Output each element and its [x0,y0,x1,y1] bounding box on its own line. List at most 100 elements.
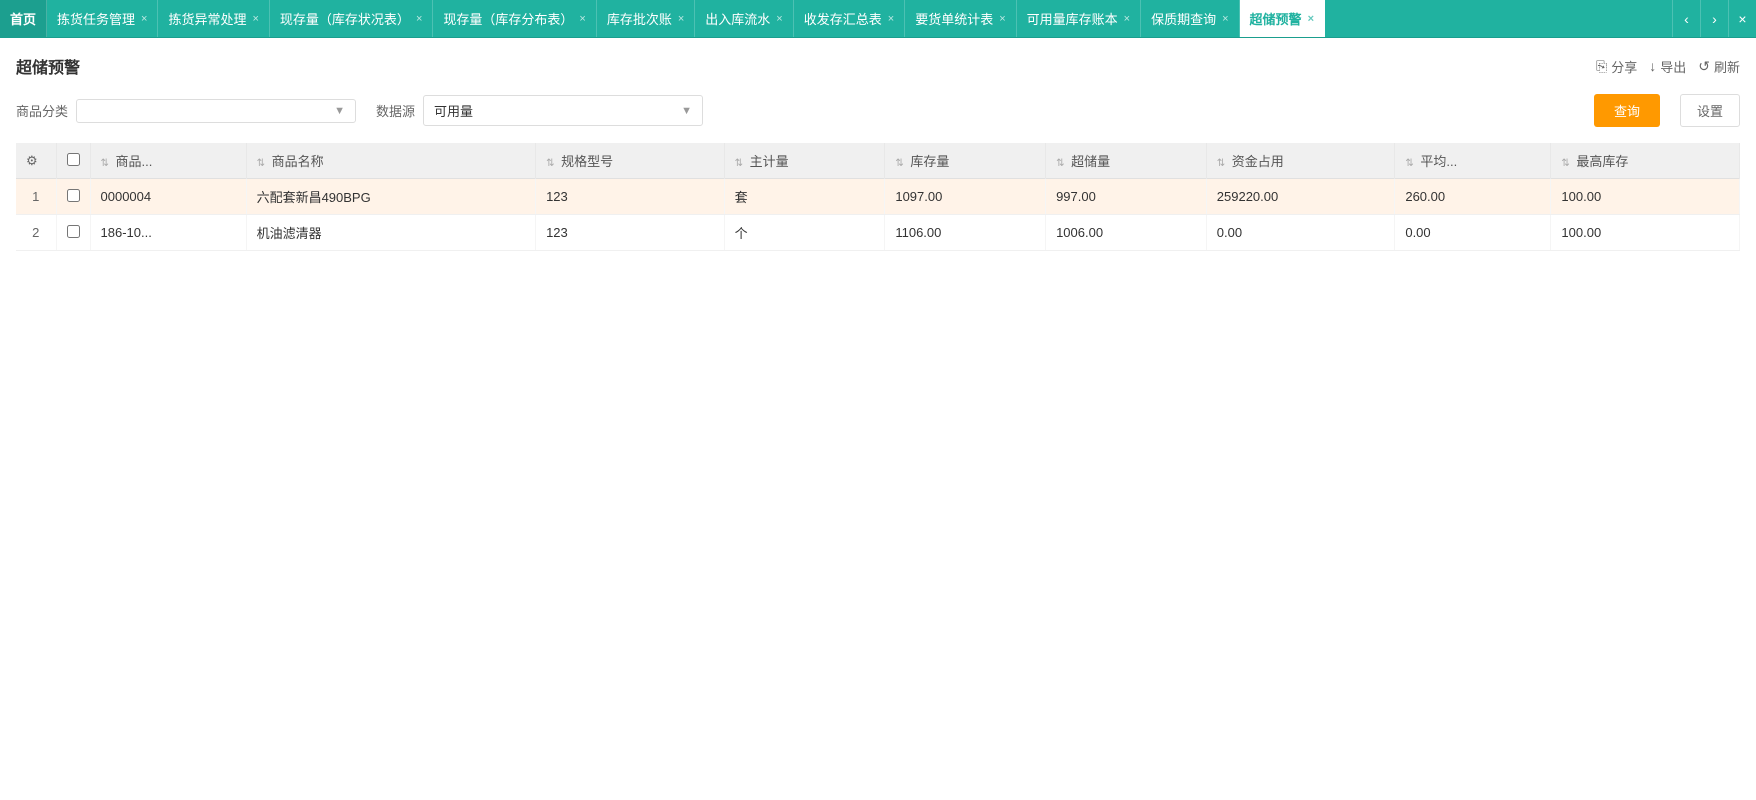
filter-bar: 商品分类 ▼ 数据源 可用量 ▼ 查询 设置 [16,94,1740,127]
close-icon[interactable]: × [1124,13,1130,25]
sort-icon: ⇅ [546,158,554,169]
cell-capital: 0.00 [1206,215,1395,251]
chevron-down-icon: ▼ [681,105,692,117]
nav-tab-in-out-flow[interactable]: 出入库流水 × [695,0,793,38]
datasource-value: 可用量 [434,101,473,120]
cell-avg: 0.00 [1395,215,1551,251]
row-checkbox[interactable] [67,189,80,202]
category-select[interactable]: ▼ [76,99,356,123]
sort-icon: ⇅ [1217,158,1225,169]
row-number: 2 [16,215,56,251]
close-icon[interactable]: × [416,13,422,25]
refresh-button[interactable]: ↺ 刷新 [1698,57,1740,76]
header-actions: ⎘ 分享 ↓ 导出 ↺ 刷新 [1596,57,1740,76]
page-container: 超储预警 ⎘ 分享 ↓ 导出 ↺ 刷新 商品分类 ▼ 数据源 [0,38,1756,800]
sort-icon: ⇅ [1405,158,1413,169]
datasource-label: 数据源 [376,101,415,120]
query-button[interactable]: 查询 [1594,94,1660,127]
category-label: 商品分类 [16,101,68,120]
th-max-stock: ⇅ 最高库存 [1551,143,1740,179]
data-table: ⚙ ⇅ 商品... ⇅ 商品名称 ⇅ 规格型号 ⇅ [16,143,1740,251]
sort-icon: ⇅ [1056,158,1064,169]
page-header: 超储预警 ⎘ 分享 ↓ 导出 ↺ 刷新 [16,54,1740,78]
datasource-select[interactable]: 可用量 ▼ [423,95,703,126]
nav-prev-button[interactable]: ‹ [1672,0,1700,38]
select-all-checkbox[interactable] [67,153,80,166]
th-capital: ⇅ 资金占用 [1206,143,1395,179]
page-title: 超储预警 [16,54,80,78]
nav-close-button[interactable]: × [1728,0,1756,38]
category-filter: 商品分类 ▼ [16,99,356,123]
chevron-down-icon: ▼ [334,105,345,117]
close-icon[interactable]: × [141,13,147,25]
cell-max-stock: 100.00 [1551,179,1740,215]
th-unit: ⇅ 主计量 [724,143,885,179]
th-avg: ⇅ 平均... [1395,143,1551,179]
close-icon[interactable]: × [1308,13,1314,25]
row-number: 1 [16,179,56,215]
nav-tab-quality-check[interactable]: 保质期查询 × [1141,0,1239,38]
cell-overstock: 997.00 [1046,179,1207,215]
sort-icon: ⇅ [735,158,743,169]
sort-icon: ⇅ [101,158,109,169]
sort-icon: ⇅ [895,158,903,169]
cell-inventory: 1106.00 [885,215,1046,251]
nav-next-button[interactable]: › [1700,0,1728,38]
close-icon[interactable]: × [579,13,585,25]
table-body: 1 0000004 六配套新昌490BPG 123 套 1097.00 997.… [16,179,1740,251]
th-inventory: ⇅ 库存量 [885,143,1046,179]
nav-tab-collect-send[interactable]: 收发存汇总表 × [794,0,905,38]
cell-product-name: 六配套新昌490BPG [246,179,536,215]
cell-product-code: 186-10... [90,215,246,251]
close-icon[interactable]: × [888,13,894,25]
sort-icon: ⇅ [257,158,265,169]
cell-capital: 259220.00 [1206,179,1395,215]
cell-spec: 123 [536,179,725,215]
th-checkbox [56,143,90,179]
table-row: 2 186-10... 机油滤清器 123 个 1106.00 1006.00 … [16,215,1740,251]
settings-button[interactable]: 设置 [1680,94,1740,127]
nav-arrows: ‹ › × [1672,0,1756,38]
nav-tab-batch-account[interactable]: 库存批次账 × [597,0,695,38]
th-overstock: ⇅ 超储量 [1046,143,1207,179]
row-checkbox[interactable] [67,225,80,238]
datasource-filter: 数据源 可用量 ▼ [376,95,703,126]
share-icon: ⎘ [1596,58,1607,75]
cell-inventory: 1097.00 [885,179,1046,215]
sort-icon: ⇅ [1561,158,1569,169]
th-product-name: ⇅ 商品名称 [246,143,536,179]
close-icon[interactable]: × [252,13,258,25]
gear-icon[interactable]: ⚙ [26,153,38,168]
cell-product-code: 0000004 [90,179,246,215]
cell-avg: 260.00 [1395,179,1551,215]
top-navigation: 首页 拣货任务管理 × 拣货异常处理 × 现存量（库存状况表） × 现存量（库存… [0,0,1756,38]
nav-tab-order-stats[interactable]: 要货单统计表 × [905,0,1016,38]
nav-tab-inventory-dist[interactable]: 现存量（库存分布表） × [433,0,596,38]
th-settings: ⚙ [16,143,56,179]
nav-tab-overstock-warning[interactable]: 超储预警 × [1240,0,1325,38]
refresh-icon: ↺ [1698,58,1710,75]
close-icon[interactable]: × [999,13,1005,25]
nav-tab-avail-account[interactable]: 可用量库存账本 × [1017,0,1141,38]
export-icon: ↓ [1649,58,1656,74]
cell-spec: 123 [536,215,725,251]
close-icon[interactable]: × [678,13,684,25]
cell-unit: 套 [724,179,885,215]
table-row: 1 0000004 六配套新昌490BPG 123 套 1097.00 997.… [16,179,1740,215]
table-header: ⚙ ⇅ 商品... ⇅ 商品名称 ⇅ 规格型号 ⇅ [16,143,1740,179]
nav-tab-task-mgmt[interactable]: 拣货任务管理 × [47,0,158,38]
nav-tab-inventory-status[interactable]: 现存量（库存状况表） × [270,0,433,38]
row-checkbox-cell [56,215,90,251]
share-button[interactable]: ⎘ 分享 [1596,57,1637,76]
nav-tab-home[interactable]: 首页 [0,0,47,38]
row-checkbox-cell [56,179,90,215]
close-icon[interactable]: × [1222,13,1228,25]
close-icon[interactable]: × [776,13,782,25]
th-product-code: ⇅ 商品... [90,143,246,179]
cell-overstock: 1006.00 [1046,215,1207,251]
nav-tab-abnormal[interactable]: 拣货异常处理 × [158,0,269,38]
cell-max-stock: 100.00 [1551,215,1740,251]
cell-product-name: 机油滤清器 [246,215,536,251]
export-button[interactable]: ↓ 导出 [1649,57,1686,76]
cell-unit: 个 [724,215,885,251]
